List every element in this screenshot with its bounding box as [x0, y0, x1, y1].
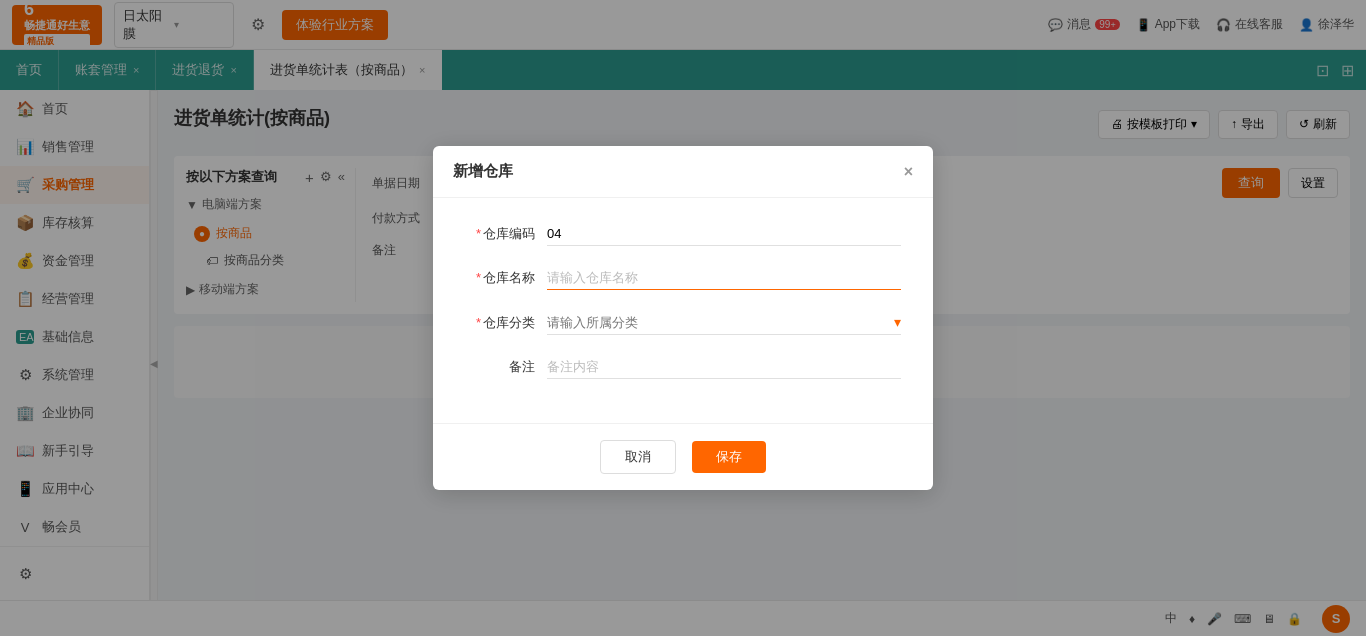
form-label-remark: 备注 [465, 358, 535, 376]
save-button[interactable]: 保存 [692, 441, 766, 473]
form-row-name: 仓库名称 [465, 266, 901, 290]
category-dropdown-icon[interactable]: ▾ [894, 314, 901, 330]
modal-title: 新增仓库 [453, 162, 513, 181]
form-input-code[interactable] [547, 222, 901, 246]
cancel-button[interactable]: 取消 [600, 440, 676, 474]
form-row-category: 仓库分类 ▾ [465, 310, 901, 335]
form-label-name: 仓库名称 [465, 269, 535, 287]
form-label-category: 仓库分类 [465, 314, 535, 332]
form-select-category-wrapper: ▾ [547, 310, 901, 335]
warehouse-modal: 新增仓库 × 仓库编码 仓库名称 仓库分类 ▾ [433, 146, 933, 490]
form-input-category[interactable] [547, 315, 894, 330]
form-input-remark[interactable] [547, 355, 901, 379]
form-row-remark: 备注 [465, 355, 901, 379]
form-input-name[interactable] [547, 266, 901, 290]
modal-header: 新增仓库 × [433, 146, 933, 198]
modal-overlay[interactable]: 新增仓库 × 仓库编码 仓库名称 仓库分类 ▾ [0, 0, 1366, 636]
modal-footer: 取消 保存 [433, 423, 933, 490]
form-label-code: 仓库编码 [465, 225, 535, 243]
modal-close-icon[interactable]: × [904, 163, 913, 181]
modal-body: 仓库编码 仓库名称 仓库分类 ▾ 备注 [433, 198, 933, 423]
form-row-code: 仓库编码 [465, 222, 901, 246]
